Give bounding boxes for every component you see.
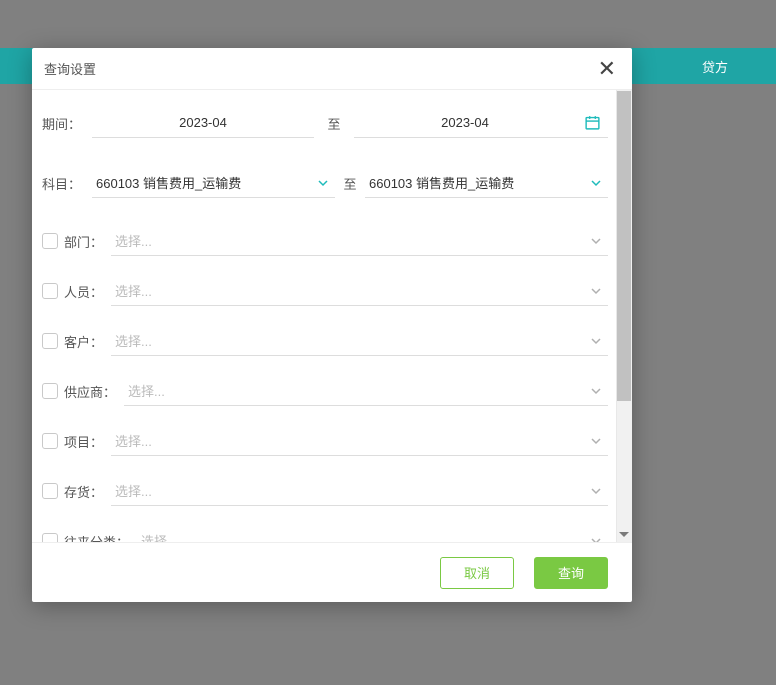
period-from-input[interactable]: 2023-04 <box>92 108 314 138</box>
period-separator: 至 <box>314 114 354 133</box>
aux-row-inventory: 存货： 选择... <box>42 476 608 506</box>
supplier-select[interactable]: 选择... <box>124 376 608 406</box>
chevron-down-icon <box>590 485 602 497</box>
scrollbar-down-arrow-icon[interactable] <box>616 526 632 542</box>
contact-category-checkbox[interactable] <box>42 533 58 542</box>
project-checkbox[interactable] <box>42 433 58 449</box>
chevron-down-icon <box>317 177 329 189</box>
subject-row: 科目： 660103 销售费用_运输费 至 660103 销售费用_运输费 <box>42 168 608 198</box>
subject-label: 科目： <box>42 174 92 193</box>
inventory-select[interactable]: 选择... <box>111 476 608 506</box>
contact-category-label: 往来分类： <box>64 532 129 543</box>
chevron-down-icon <box>590 335 602 347</box>
inventory-placeholder: 选择... <box>115 481 152 500</box>
period-label: 期间： <box>42 114 92 133</box>
aux-row-project: 项目： 选择... <box>42 426 608 456</box>
customer-checkbox[interactable] <box>42 333 58 349</box>
query-button[interactable]: 查询 <box>534 557 608 589</box>
header-col-credit: 贷方 <box>654 57 776 76</box>
person-placeholder: 选择... <box>115 281 152 300</box>
chevron-down-icon <box>590 435 602 447</box>
contact-category-placeholder: 选择... <box>141 531 178 542</box>
supplier-checkbox[interactable] <box>42 383 58 399</box>
customer-placeholder: 选择... <box>115 331 152 350</box>
department-select[interactable]: 选择... <box>111 226 608 256</box>
aux-row-department: 部门： 选择... <box>42 226 608 256</box>
aux-row-supplier: 供应商： 选择... <box>42 376 608 406</box>
chevron-down-icon <box>590 177 602 189</box>
inventory-label: 存货： <box>64 482 103 501</box>
person-select[interactable]: 选择... <box>111 276 608 306</box>
supplier-placeholder: 选择... <box>128 381 165 400</box>
aux-row-contact-category: 往来分类： 选择... <box>42 526 608 542</box>
department-checkbox[interactable] <box>42 233 58 249</box>
period-to-value: 2023-04 <box>441 115 489 130</box>
subject-from-select[interactable]: 660103 销售费用_运输费 <box>92 168 335 198</box>
modal-header: 查询设置 ✕ <box>32 48 632 90</box>
project-placeholder: 选择... <box>115 431 152 450</box>
modal-body: 期间： 2023-04 至 2023-04 <box>32 90 616 542</box>
contact-category-select[interactable]: 选择... <box>137 526 608 542</box>
chevron-down-icon <box>590 385 602 397</box>
customer-label: 客户： <box>64 332 103 351</box>
scrollbar-thumb[interactable] <box>617 91 631 401</box>
calendar-icon[interactable] <box>576 108 608 138</box>
scrollbar-track[interactable] <box>616 90 632 542</box>
department-placeholder: 选择... <box>115 231 152 250</box>
period-to-input[interactable]: 2023-04 <box>354 108 576 138</box>
period-from-value: 2023-04 <box>179 115 227 130</box>
modal-footer: 取消 查询 <box>32 542 632 602</box>
person-checkbox[interactable] <box>42 283 58 299</box>
modal-title: 查询设置 <box>44 59 96 78</box>
chevron-down-icon <box>590 235 602 247</box>
project-label: 项目： <box>64 432 103 451</box>
aux-row-person: 人员： 选择... <box>42 276 608 306</box>
subject-separator: 至 <box>335 174 365 193</box>
period-row: 期间： 2023-04 至 2023-04 <box>42 108 608 138</box>
inventory-checkbox[interactable] <box>42 483 58 499</box>
customer-select[interactable]: 选择... <box>111 326 608 356</box>
chevron-down-icon <box>590 535 602 543</box>
cancel-button[interactable]: 取消 <box>440 557 514 589</box>
supplier-label: 供应商： <box>64 382 116 401</box>
subject-to-select[interactable]: 660103 销售费用_运输费 <box>365 168 608 198</box>
chevron-down-icon <box>590 285 602 297</box>
aux-row-customer: 客户： 选择... <box>42 326 608 356</box>
project-select[interactable]: 选择... <box>111 426 608 456</box>
department-label: 部门： <box>64 232 103 251</box>
query-settings-modal: 查询设置 ✕ 期间： 2023-04 至 2023-04 <box>32 48 632 602</box>
subject-from-value: 660103 销售费用_运输费 <box>96 173 241 192</box>
close-icon[interactable]: ✕ <box>594 54 620 84</box>
modal-body-wrap: 期间： 2023-04 至 2023-04 <box>32 90 632 542</box>
subject-to-value: 660103 销售费用_运输费 <box>369 173 514 192</box>
person-label: 人员： <box>64 282 103 301</box>
